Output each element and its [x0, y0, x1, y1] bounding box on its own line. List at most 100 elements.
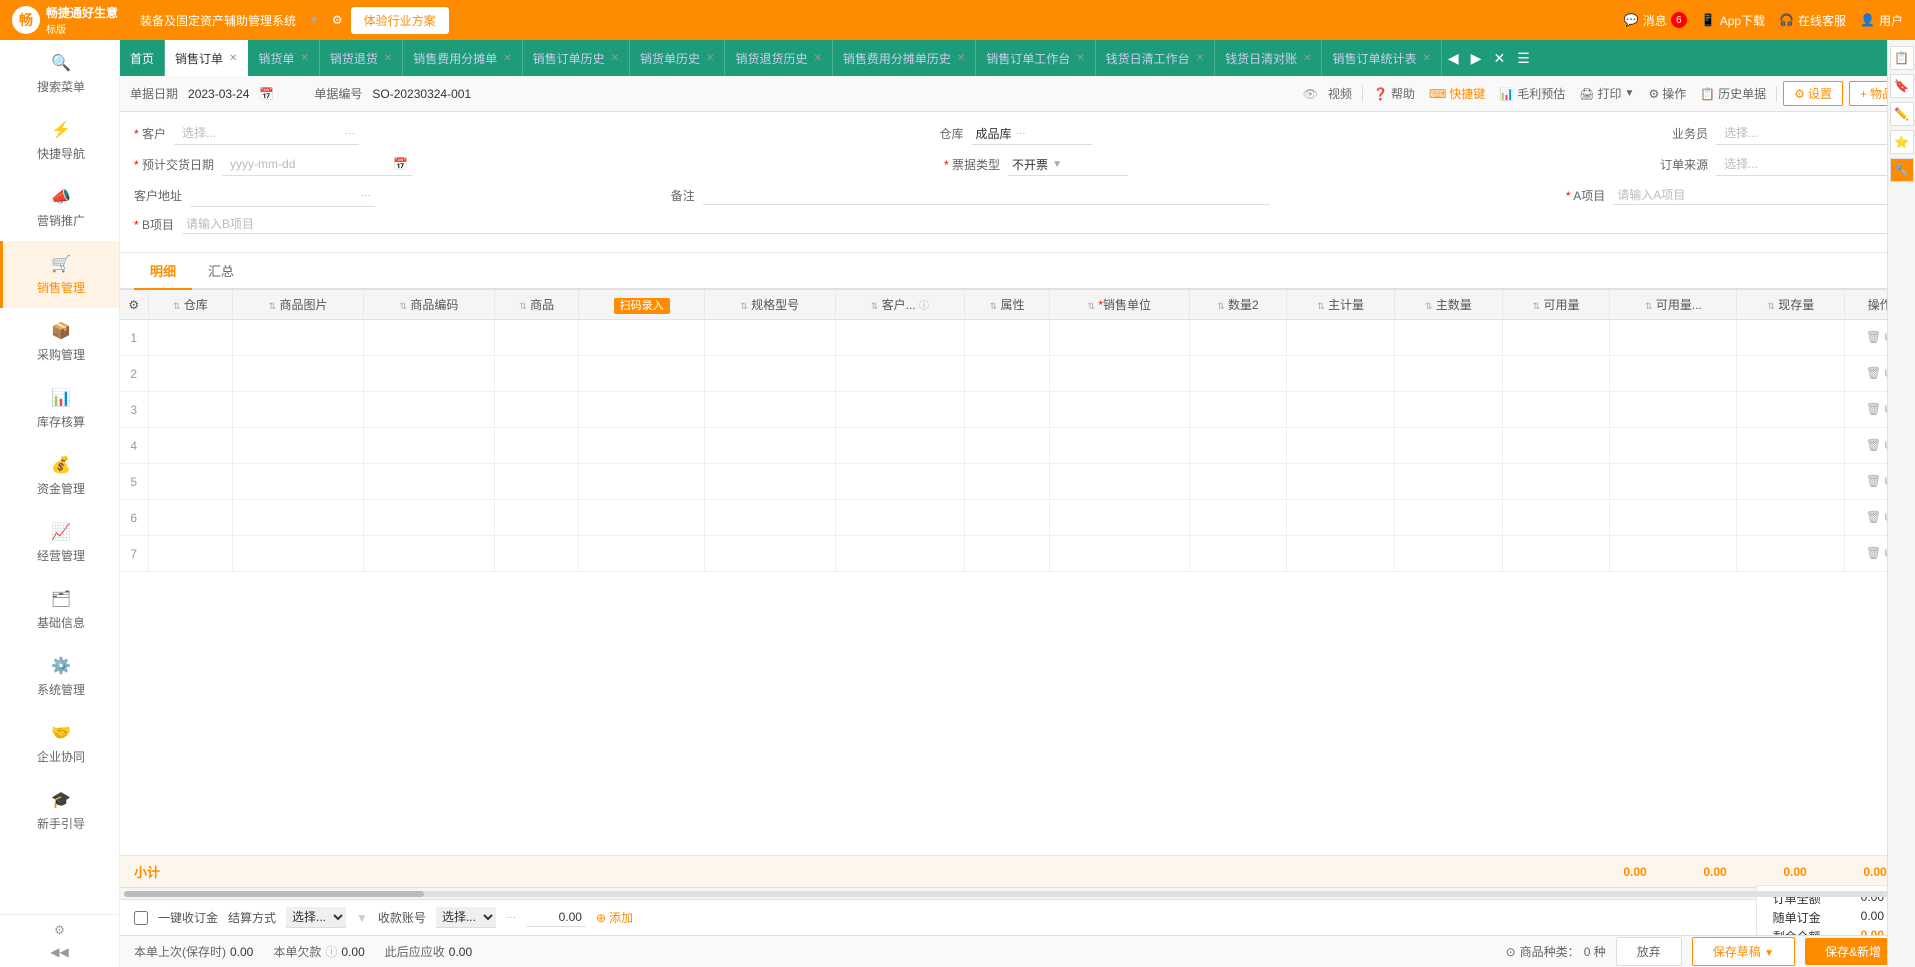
tab-menu-icon[interactable]: ☰: [1511, 50, 1536, 67]
cell[interactable]: [363, 320, 494, 356]
row-delete-icon[interactable]: 🗑: [1866, 366, 1881, 380]
delivery-date-box[interactable]: 📅: [222, 153, 412, 176]
salesperson-input-box[interactable]: ···: [1716, 122, 1901, 145]
sidebar-item-finance[interactable]: 💰 资金管理: [0, 442, 119, 509]
close-tab-icon[interactable]: ✕: [1076, 53, 1084, 64]
cell[interactable]: [704, 320, 835, 356]
salesperson-input[interactable]: [1720, 124, 1883, 142]
cell[interactable]: [835, 392, 965, 428]
cell[interactable]: [148, 536, 233, 572]
cell[interactable]: [1049, 320, 1189, 356]
row-delete-icon[interactable]: 🗑: [1866, 330, 1881, 344]
add-payment-btn[interactable]: ⊕ 添加: [596, 909, 633, 926]
cell[interactable]: [965, 464, 1050, 500]
tab-return-history[interactable]: 销货单历史 ✕: [630, 40, 725, 76]
cell[interactable]: [148, 356, 233, 392]
cell[interactable]: [1394, 500, 1502, 536]
tab-detail[interactable]: 明细: [134, 253, 192, 290]
tab-summary[interactable]: 汇总: [192, 253, 250, 290]
row-delete-icon[interactable]: 🗑: [1866, 402, 1881, 416]
cell[interactable]: [494, 536, 579, 572]
cell[interactable]: [835, 536, 965, 572]
collapse-sidebar-icon[interactable]: ◀◀: [50, 945, 68, 959]
industry-btn[interactable]: 体验行业方案: [351, 7, 449, 34]
cell[interactable]: [1394, 464, 1502, 500]
cell[interactable]: [363, 428, 494, 464]
cell[interactable]: [965, 428, 1050, 464]
message-btn[interactable]: 💬 消息 6: [1624, 12, 1687, 29]
row-delete-icon[interactable]: 🗑: [1866, 546, 1881, 560]
th-settings[interactable]: ⚙: [120, 290, 148, 320]
tab-close-all[interactable]: ✕: [1487, 50, 1511, 67]
tab-cashbook-daily[interactable]: 钱货日清工作台 ✕: [1096, 40, 1215, 76]
warehouse-input-box[interactable]: 成品库 ···: [972, 123, 1092, 145]
scrollbar-track[interactable]: [124, 891, 1911, 897]
close-tab-icon[interactable]: ✕: [813, 53, 821, 64]
right-panel-btn-1[interactable]: 📋: [1890, 46, 1914, 70]
cell[interactable]: [835, 464, 965, 500]
shortcut-btn[interactable]: ⌨ 快捷键: [1425, 83, 1489, 104]
history-btn[interactable]: 📋 历史单据: [1696, 83, 1770, 104]
cell[interactable]: [363, 500, 494, 536]
cell[interactable]: [494, 392, 579, 428]
close-tab-icon[interactable]: ✕: [1303, 53, 1311, 64]
sidebar-item-base[interactable]: 🗂 基础信息: [0, 576, 119, 643]
cell[interactable]: [1189, 464, 1286, 500]
cell[interactable]: [1049, 536, 1189, 572]
cell[interactable]: [704, 464, 835, 500]
sidebar-item-system[interactable]: ⚙️ 系统管理: [0, 643, 119, 710]
app-download-btn[interactable]: 📱 App下载: [1701, 12, 1765, 29]
right-panel-btn-5[interactable]: 🔧: [1890, 158, 1914, 182]
payment-amount-input[interactable]: [526, 908, 586, 927]
cell[interactable]: [148, 428, 233, 464]
tab-scroll-left[interactable]: ◀: [1442, 50, 1465, 67]
cell[interactable]: [494, 464, 579, 500]
cell[interactable]: [1049, 428, 1189, 464]
close-tab-icon[interactable]: ✕: [1423, 53, 1431, 64]
tab-fee-history[interactable]: 销售费用分摊单历史 ✕: [833, 40, 976, 76]
one-click-checkbox[interactable]: [134, 911, 148, 925]
close-tab-icon[interactable]: ✕: [706, 53, 714, 64]
cell[interactable]: [1189, 500, 1286, 536]
cell[interactable]: [835, 320, 965, 356]
customer-input[interactable]: [178, 124, 341, 142]
sidebar-item-ops[interactable]: 📈 经营管理: [0, 509, 119, 576]
cell[interactable]: [835, 356, 965, 392]
account-select[interactable]: 选择...: [436, 907, 496, 928]
close-tab-icon[interactable]: ✕: [503, 53, 511, 64]
close-tab-icon[interactable]: ✕: [957, 53, 965, 64]
cell[interactable]: [148, 500, 233, 536]
cell[interactable]: [965, 356, 1050, 392]
sidebar-item-inventory[interactable]: 📊 库存核算: [0, 375, 119, 442]
cell[interactable]: [704, 356, 835, 392]
th-scan[interactable]: 扫码录入: [579, 290, 704, 320]
cell[interactable]: [704, 392, 835, 428]
cell[interactable]: [965, 500, 1050, 536]
sidebar-item-enterprise[interactable]: 🤝 企业协同: [0, 710, 119, 777]
cell[interactable]: [363, 536, 494, 572]
tab-sales-history[interactable]: 销售订单历史 ✕: [523, 40, 630, 76]
cell[interactable]: [1049, 500, 1189, 536]
tab-fee-split[interactable]: 销售费用分摊单 ✕: [403, 40, 522, 76]
sidebar-item-quicknav[interactable]: ⚡ 快捷导航: [0, 107, 119, 174]
user-btn[interactable]: 👤 用户: [1860, 12, 1903, 29]
address-box[interactable]: ···: [190, 184, 375, 207]
close-tab-icon[interactable]: ✕: [1196, 53, 1204, 64]
scrollbar-row[interactable]: [120, 887, 1915, 899]
cell[interactable]: [363, 392, 494, 428]
settings-bottom-icon[interactable]: ⚙: [54, 923, 65, 937]
tab-sales-return[interactable]: 销货单 ✕: [248, 40, 319, 76]
address-input[interactable]: [194, 186, 357, 204]
cell[interactable]: [363, 464, 494, 500]
cell[interactable]: [965, 392, 1050, 428]
delivery-date-input[interactable]: [226, 155, 389, 173]
cell[interactable]: [1394, 356, 1502, 392]
tab-home[interactable]: 首页: [120, 40, 165, 76]
right-panel-btn-2[interactable]: 🔖: [1890, 74, 1914, 98]
order-source-box[interactable]: ▼: [1716, 153, 1901, 176]
cell[interactable]: [494, 356, 579, 392]
cell[interactable]: [1394, 536, 1502, 572]
right-panel-btn-3[interactable]: ✏️: [1890, 102, 1914, 126]
close-tab-icon[interactable]: ✕: [300, 53, 308, 64]
tab-cashbook-reconcile[interactable]: 钱货日清对账 ✕: [1215, 40, 1322, 76]
